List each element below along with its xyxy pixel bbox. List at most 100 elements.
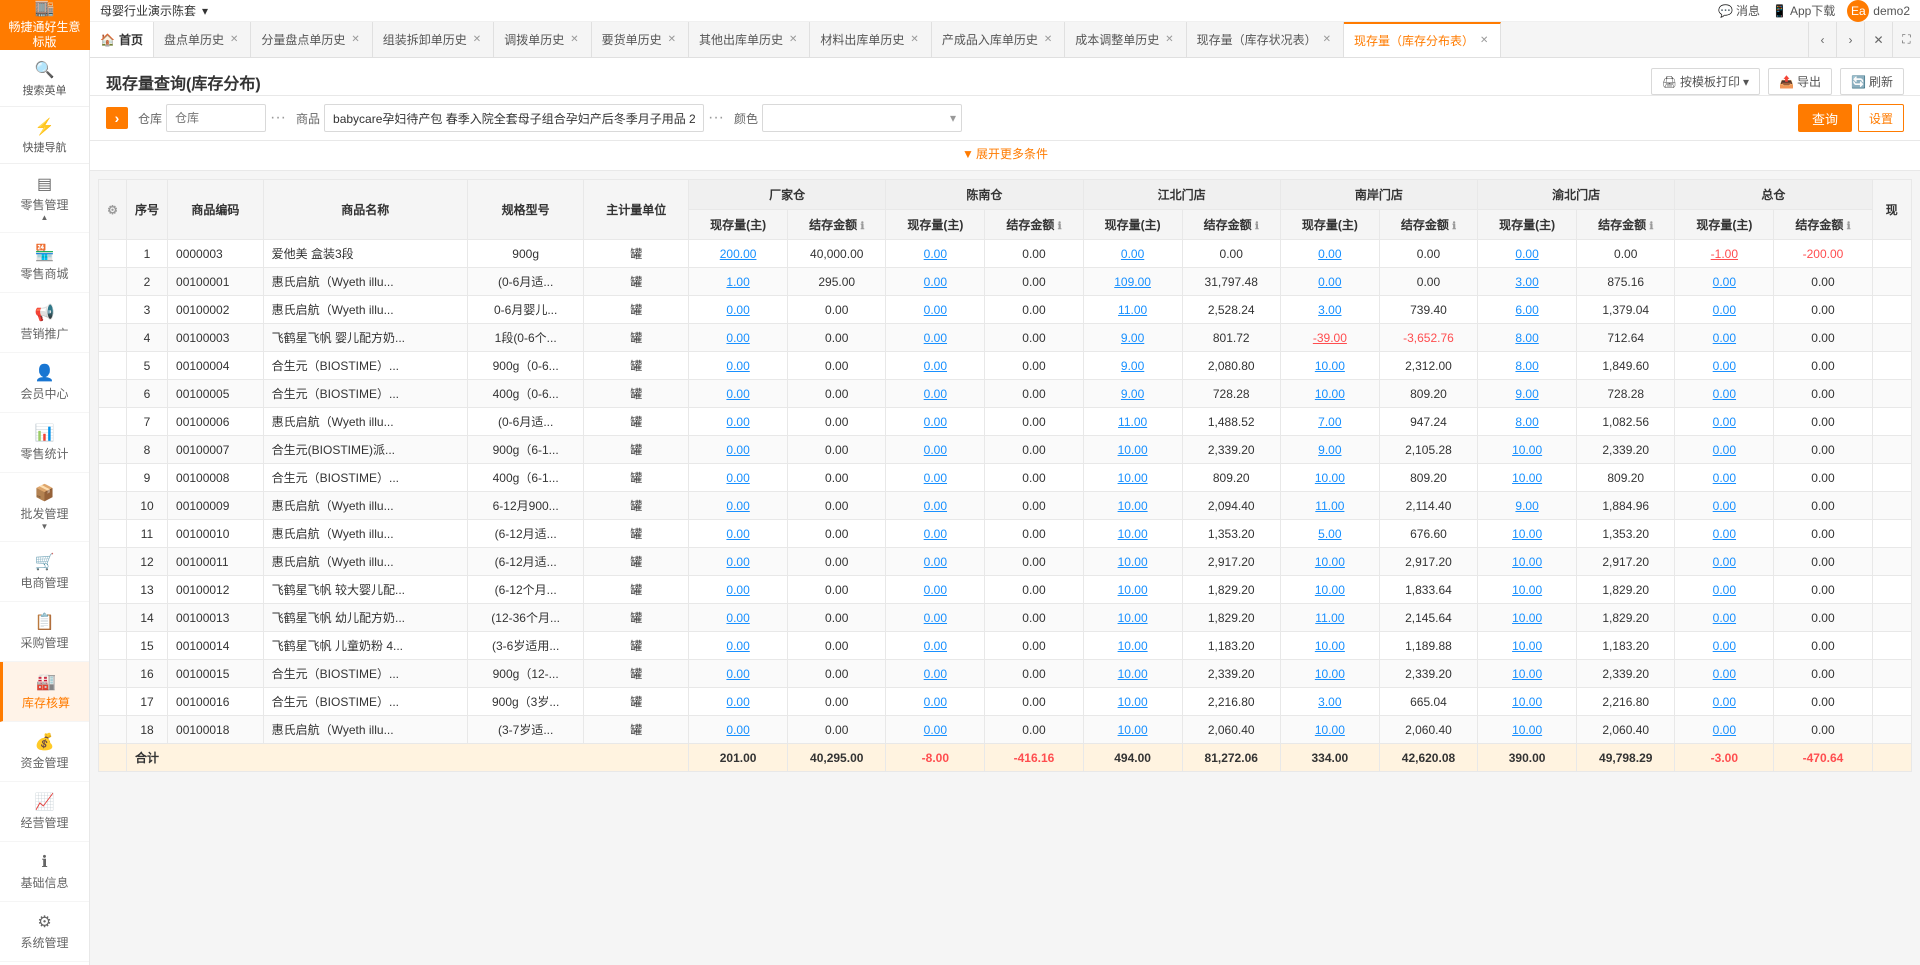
row-total-stock[interactable]: 0.00 xyxy=(1675,352,1774,380)
row-na-stock[interactable]: 5.00 xyxy=(1280,520,1379,548)
tab-next-btn[interactable]: › xyxy=(1836,22,1864,58)
row-na-stock[interactable]: 0.00 xyxy=(1280,240,1379,268)
close-icon[interactable]: ✕ xyxy=(666,33,678,46)
print-btn[interactable]: 🖨 按模板打印 ▾ xyxy=(1651,68,1760,95)
export-btn[interactable]: 📤 导出 xyxy=(1768,68,1832,95)
row-jb-stock[interactable]: 10.00 xyxy=(1083,716,1182,744)
settings-btn[interactable]: 设置 xyxy=(1858,104,1904,132)
tab-assembly[interactable]: 组装拆卸单历史 ✕ xyxy=(373,22,494,58)
close-icon[interactable]: ✕ xyxy=(1163,33,1175,46)
sidebar-item-retail-store[interactable]: 🏪 零售商城 xyxy=(0,233,89,293)
row-yb-stock[interactable]: 10.00 xyxy=(1478,604,1577,632)
info-icon[interactable]: ℹ xyxy=(1847,221,1851,232)
row-jb-stock[interactable]: 11.00 xyxy=(1083,296,1182,324)
row-na-stock[interactable]: 11.00 xyxy=(1280,492,1379,520)
row-fy-stock[interactable]: 0.00 xyxy=(689,604,788,632)
row-fy-stock[interactable]: 0.00 xyxy=(689,520,788,548)
row-yb-stock[interactable]: 6.00 xyxy=(1478,296,1577,324)
row-total-stock[interactable]: 0.00 xyxy=(1675,660,1774,688)
sidebar-item-ecommerce[interactable]: 🛒 电商管理 xyxy=(0,542,89,602)
row-total-stock[interactable]: 0.00 xyxy=(1675,380,1774,408)
row-cn-stock[interactable]: 0.00 xyxy=(886,688,985,716)
tab-expand-btn[interactable]: ⛶ xyxy=(1892,22,1920,58)
tab-prev-btn[interactable]: ‹ xyxy=(1808,22,1836,58)
info-icon[interactable]: ℹ xyxy=(1255,221,1259,232)
row-cn-stock[interactable]: 0.00 xyxy=(886,240,985,268)
row-jb-stock[interactable]: 10.00 xyxy=(1083,576,1182,604)
expand-more-btn[interactable]: ▼ 展开更多条件 xyxy=(962,145,1048,162)
row-total-stock[interactable]: 0.00 xyxy=(1675,408,1774,436)
row-yb-stock[interactable]: 10.00 xyxy=(1478,688,1577,716)
row-jb-stock[interactable]: 9.00 xyxy=(1083,380,1182,408)
message-btn[interactable]: 💬 消息 xyxy=(1718,2,1760,19)
sidebar-item-marketing[interactable]: 📢 营销推广 xyxy=(0,293,89,353)
row-fy-stock[interactable]: 0.00 xyxy=(689,296,788,324)
row-jb-stock[interactable]: 11.00 xyxy=(1083,408,1182,436)
row-yb-stock[interactable]: 10.00 xyxy=(1478,632,1577,660)
row-jb-stock[interactable]: 10.00 xyxy=(1083,604,1182,632)
row-total-stock[interactable]: 0.00 xyxy=(1675,548,1774,576)
search-btn[interactable]: 查询 xyxy=(1798,104,1852,132)
row-total-stock[interactable]: 0.00 xyxy=(1675,464,1774,492)
sidebar-item-inventory[interactable]: 🏭 库存核算 xyxy=(0,662,89,722)
row-fy-stock[interactable]: 0.00 xyxy=(689,380,788,408)
row-cn-stock[interactable]: 0.00 xyxy=(886,576,985,604)
row-total-stock[interactable]: 0.00 xyxy=(1675,492,1774,520)
row-yb-stock[interactable]: 8.00 xyxy=(1478,352,1577,380)
close-icon[interactable]: ✕ xyxy=(1478,34,1490,47)
app-download-btn[interactable]: 📱 App下载 xyxy=(1772,2,1835,19)
tab-product-in[interactable]: 产成品入库单历史 ✕ xyxy=(932,22,1065,58)
row-cn-stock[interactable]: 0.00 xyxy=(886,464,985,492)
row-jb-stock[interactable]: 10.00 xyxy=(1083,436,1182,464)
row-fy-stock[interactable]: 0.00 xyxy=(689,632,788,660)
row-cn-stock[interactable]: 0.00 xyxy=(886,632,985,660)
tab-material-out[interactable]: 材料出库单历史 ✕ xyxy=(810,22,931,58)
search-nav-item[interactable]: 🔍 搜索英单 xyxy=(0,50,89,107)
row-cn-stock[interactable]: 0.00 xyxy=(886,268,985,296)
row-jb-stock[interactable]: 10.00 xyxy=(1083,520,1182,548)
close-icon[interactable]: ✕ xyxy=(908,33,920,46)
row-yb-stock[interactable]: 10.00 xyxy=(1478,464,1577,492)
row-total-stock[interactable]: 0.00 xyxy=(1675,632,1774,660)
tab-category-count[interactable]: 分量盘点单历史 ✕ xyxy=(251,22,372,58)
row-total-stock[interactable]: 0.00 xyxy=(1675,604,1774,632)
row-yb-stock[interactable]: 10.00 xyxy=(1478,436,1577,464)
row-jb-stock[interactable]: 10.00 xyxy=(1083,632,1182,660)
row-jb-stock[interactable]: 9.00 xyxy=(1083,324,1182,352)
tab-stock-status[interactable]: 现存量（库存状况表） ✕ xyxy=(1187,22,1344,58)
row-fy-stock[interactable]: 1.00 xyxy=(689,268,788,296)
row-fy-stock[interactable]: 200.00 xyxy=(689,240,788,268)
warehouse-more-btn[interactable]: ··· xyxy=(270,109,286,127)
row-yb-stock[interactable]: 10.00 xyxy=(1478,716,1577,744)
refresh-btn[interactable]: 🔄 刷新 xyxy=(1840,68,1904,95)
table-wrapper[interactable]: ⚙ 序号 商品编码 商品名称 规格型号 主计量单位 厂家仓 陈南仓 江北门店 南… xyxy=(90,171,1920,965)
sidebar-item-operations[interactable]: 📈 经营管理 xyxy=(0,782,89,842)
row-na-stock[interactable]: 10.00 xyxy=(1280,632,1379,660)
close-icon[interactable]: ✕ xyxy=(787,33,799,46)
row-cn-stock[interactable]: 0.00 xyxy=(886,296,985,324)
row-jb-stock[interactable]: 10.00 xyxy=(1083,464,1182,492)
row-cn-stock[interactable]: 0.00 xyxy=(886,408,985,436)
row-yb-stock[interactable]: 10.00 xyxy=(1478,576,1577,604)
close-icon[interactable]: ✕ xyxy=(568,33,580,46)
row-cn-stock[interactable]: 0.00 xyxy=(886,520,985,548)
row-yb-stock[interactable]: 10.00 xyxy=(1478,520,1577,548)
row-na-stock[interactable]: 7.00 xyxy=(1280,408,1379,436)
row-fy-stock[interactable]: 0.00 xyxy=(689,660,788,688)
row-total-stock[interactable]: 0.00 xyxy=(1675,436,1774,464)
sidebar-item-purchase[interactable]: 📋 采购管理 xyxy=(0,602,89,662)
row-fy-stock[interactable]: 0.00 xyxy=(689,548,788,576)
row-na-stock[interactable]: 10.00 xyxy=(1280,716,1379,744)
row-fy-stock[interactable]: 0.00 xyxy=(689,324,788,352)
user-profile[interactable]: Ea demo2 xyxy=(1847,0,1910,22)
tab-other-out[interactable]: 其他出库单历史 ✕ xyxy=(689,22,810,58)
quick-nav-item[interactable]: ⚡ 快捷导航 xyxy=(0,107,89,164)
row-yb-stock[interactable]: 10.00 xyxy=(1478,548,1577,576)
color-input[interactable] xyxy=(762,104,962,132)
row-total-stock[interactable]: -1.00 xyxy=(1675,240,1774,268)
row-yb-stock[interactable]: 3.00 xyxy=(1478,268,1577,296)
close-icon[interactable]: ✕ xyxy=(1321,33,1333,46)
row-na-stock[interactable]: 3.00 xyxy=(1280,688,1379,716)
row-cn-stock[interactable]: 0.00 xyxy=(886,324,985,352)
warehouse-input[interactable] xyxy=(166,104,266,132)
